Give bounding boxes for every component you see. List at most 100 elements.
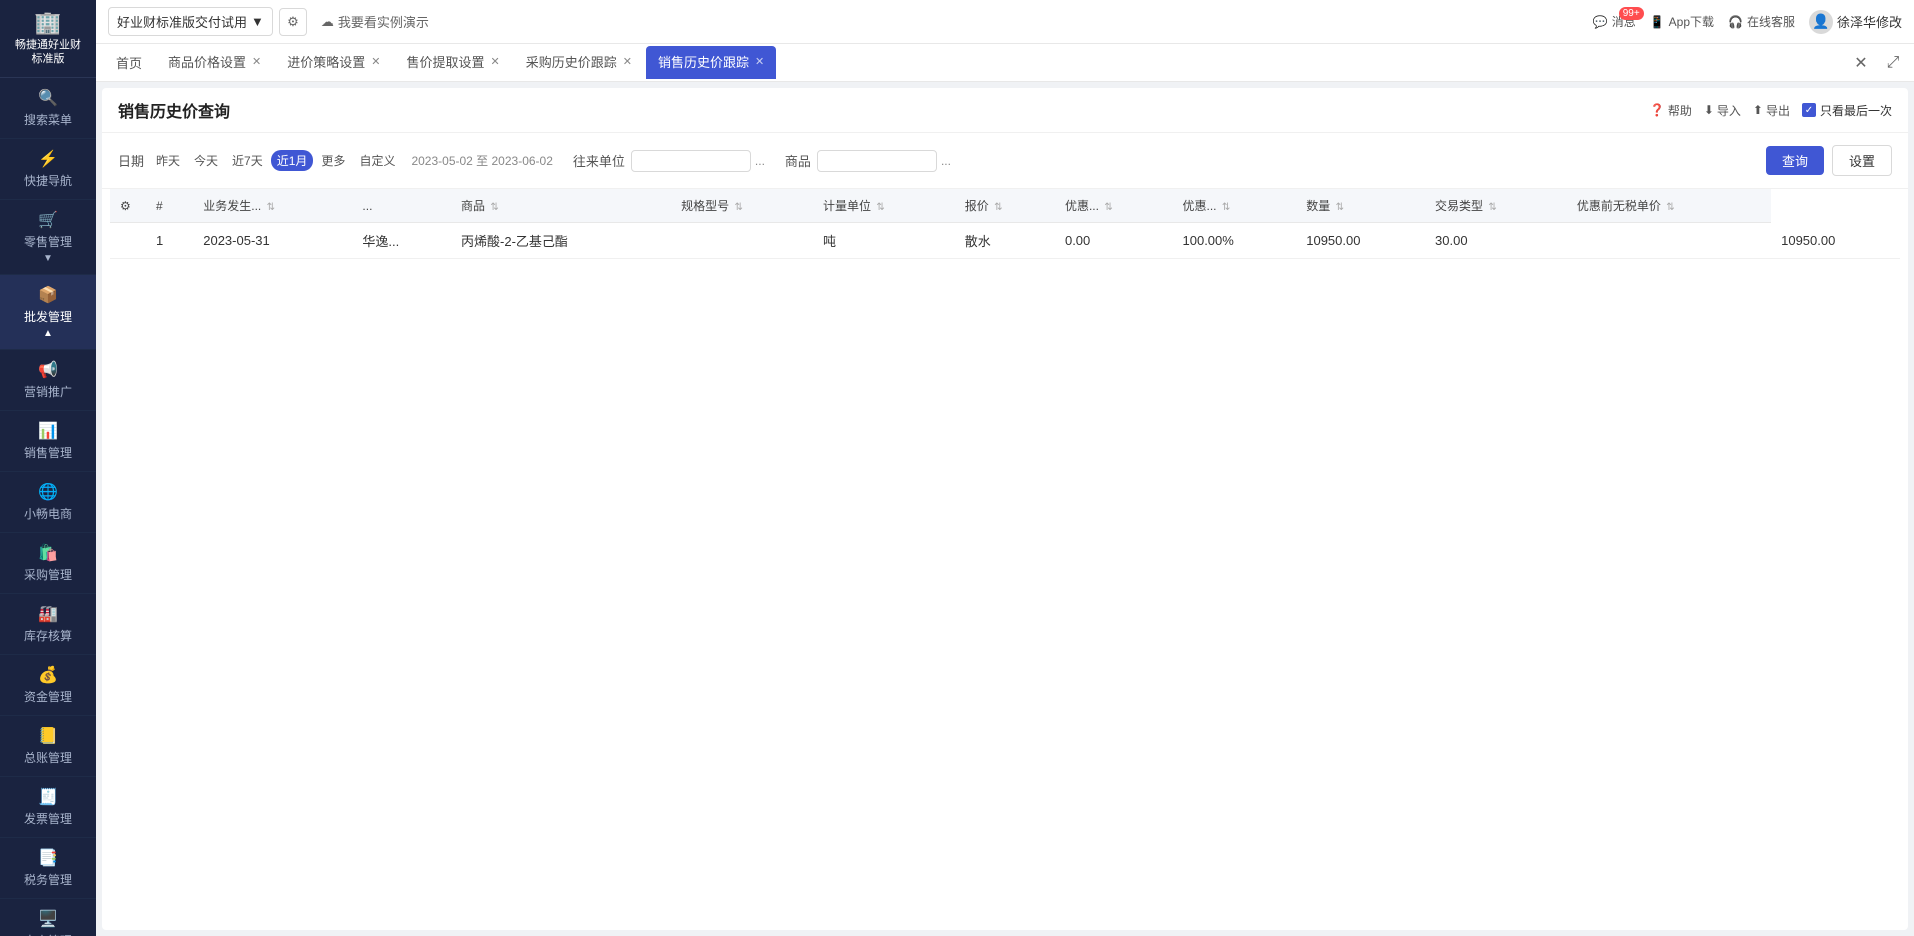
cell-trade-type xyxy=(1567,223,1771,259)
sidebar-item-tax[interactable]: 📑 税务管理 xyxy=(0,838,96,899)
cloud-icon: ☁ xyxy=(321,14,334,30)
wholesale-icon: 📦 xyxy=(38,285,58,305)
date-btn-custom[interactable]: 自定义 xyxy=(353,150,401,171)
user-info[interactable]: 👤 徐泽华修改 xyxy=(1809,10,1902,34)
tab-home[interactable]: 首页 xyxy=(104,47,154,78)
date-btn-last7[interactable]: 近7天 xyxy=(226,150,269,171)
export-icon: ⬆ xyxy=(1753,103,1763,117)
last-only-checkbox[interactable]: ✓ xyxy=(1802,103,1816,117)
window-close-button[interactable]: ✕ xyxy=(1848,50,1874,76)
date-label: 日期 xyxy=(118,151,144,170)
tab-close-sale-price[interactable]: ✕ xyxy=(491,55,500,68)
query-button[interactable]: 查询 xyxy=(1766,146,1824,175)
tab-close-product-price[interactable]: ✕ xyxy=(252,55,261,68)
product-input[interactable] xyxy=(817,150,937,172)
logo-icon: 🏢 xyxy=(34,10,61,36)
th-product[interactable]: 商品 ⇅ xyxy=(451,189,671,223)
messages-button[interactable]: 💬 消息 99+ xyxy=(1593,13,1636,30)
user-avatar: 👤 xyxy=(1809,10,1833,34)
date-btn-last1m[interactable]: 近1月 xyxy=(271,150,314,171)
cell-no: 1 xyxy=(146,223,193,259)
phone-icon: 📱 xyxy=(1650,15,1665,29)
tab-purchase-history[interactable]: 采购历史价跟踪 ✕ xyxy=(514,46,644,79)
module-selector[interactable]: 好业财标准版交付试用 ▼ xyxy=(108,7,273,36)
messages-badge: 99+ xyxy=(1619,7,1644,20)
table-header-row: ⚙ # 业务发生... ⇅ ... 商品 ⇅ xyxy=(110,189,1900,223)
main-area: 好业财标准版交付试用 ▼ ⚙ ☁ 我要看实例演示 💬 消息 99+ 📱 App下… xyxy=(96,0,1914,936)
th-unit[interactable]: 计量单位 ⇅ xyxy=(813,189,955,223)
th-trade-type[interactable]: 交易类型 ⇅ xyxy=(1425,189,1567,223)
date-filter-group: 日期 昨天 今天 近7天 近1月 更多 自定义 2023-05-02 至 202… xyxy=(118,150,553,171)
th-qty[interactable]: 数量 ⇅ xyxy=(1296,189,1425,223)
tab-sales-history[interactable]: 销售历史价跟踪 ✕ xyxy=(646,46,776,79)
sidebar-item-inventory[interactable]: 🏭 库存核算 xyxy=(0,594,96,655)
data-table: ⚙ # 业务发生... ⇅ ... 商品 ⇅ xyxy=(110,189,1900,259)
sidebar-item-ecommerce[interactable]: 🖥️ 电商管理 xyxy=(0,899,96,936)
sidebar-item-quicknav[interactable]: ⚡ 快捷导航 xyxy=(0,139,96,200)
tab-close-purchase-history[interactable]: ✕ xyxy=(623,55,632,68)
sort-product-icon: ⇅ xyxy=(490,202,498,213)
sidebar-item-ledger[interactable]: 📒 总账管理 xyxy=(0,716,96,777)
sidebar-item-marketing[interactable]: 📢 营销推广 xyxy=(0,350,96,411)
tab-sale-price[interactable]: 售价提取设置 ✕ xyxy=(394,46,511,79)
th-discount-amt[interactable]: 优惠... ⇅ xyxy=(1173,189,1297,223)
sidebar: 🏢 畅捷通好业财标准版 🔍 搜索菜单 ⚡ 快捷导航 🛒 零售管理 ▼ 📦 批发管… xyxy=(0,0,96,936)
settings-button[interactable]: 设置 xyxy=(1832,145,1892,176)
th-biz-date[interactable]: 业务发生... ⇅ xyxy=(193,189,352,223)
sort-discount-pct-icon: ⇅ xyxy=(1104,202,1112,213)
sort-discount-amt-icon: ⇅ xyxy=(1222,202,1230,213)
search-icon: 🔍 xyxy=(38,88,58,108)
from-org-input[interactable] xyxy=(631,150,751,172)
from-org-filter-group: 往来单位 ... xyxy=(573,150,765,172)
from-org-input-wrap: ... xyxy=(631,150,765,172)
date-btn-yesterday[interactable]: 昨天 xyxy=(150,150,186,171)
tab-close-price-strategy[interactable]: ✕ xyxy=(371,55,380,68)
retail-expand-icon: ▼ xyxy=(43,253,53,264)
help-button[interactable]: ❓ 帮助 xyxy=(1650,102,1692,119)
th-settings[interactable]: ⚙ xyxy=(110,189,146,223)
online-service-button[interactable]: 🎧 在线客服 xyxy=(1728,13,1795,30)
module-dropdown-icon: ▼ xyxy=(251,14,264,29)
sidebar-item-purchase[interactable]: 🛍️ 采购管理 xyxy=(0,533,96,594)
date-btn-more[interactable]: 更多 xyxy=(315,150,351,171)
app-download-button[interactable]: 📱 App下载 xyxy=(1650,13,1714,30)
filter-area: 日期 昨天 今天 近7天 近1月 更多 自定义 2023-05-02 至 202… xyxy=(102,133,1908,189)
sidebar-item-search[interactable]: 🔍 搜索菜单 xyxy=(0,78,96,139)
th-price[interactable]: 报价 ⇅ xyxy=(955,189,1055,223)
sidebar-item-finance[interactable]: 💰 资金管理 xyxy=(0,655,96,716)
quicknav-icon: ⚡ xyxy=(38,149,58,169)
th-discount-pct[interactable]: 优惠... ⇅ xyxy=(1055,189,1173,223)
cell-settings xyxy=(110,223,146,259)
from-org-more-btn[interactable]: ... xyxy=(755,154,765,168)
tab-close-sales-history[interactable]: ✕ xyxy=(755,55,764,68)
date-range-display: 2023-05-02 至 2023-06-02 xyxy=(411,152,552,169)
window-maximize-button[interactable]: ⤢ xyxy=(1880,50,1906,76)
tab-product-price[interactable]: 商品价格设置 ✕ xyxy=(156,46,273,79)
date-btn-today[interactable]: 今天 xyxy=(188,150,224,171)
cell-qty: 30.00 xyxy=(1425,223,1567,259)
th-more[interactable]: ... xyxy=(352,189,451,223)
sort-biz-date-icon: ⇅ xyxy=(267,202,275,213)
last-only-checkbox-label[interactable]: ✓ 只看最后一次 xyxy=(1802,102,1892,119)
export-button[interactable]: ⬆ 导出 xyxy=(1753,102,1790,119)
th-no: # xyxy=(146,189,193,223)
sidebar-item-ecommerce-mini[interactable]: 🌐 小畅电商 xyxy=(0,472,96,533)
purchase-icon: 🛍️ xyxy=(38,543,58,563)
module-settings-button[interactable]: ⚙ xyxy=(279,8,307,36)
sidebar-item-retail[interactable]: 🛒 零售管理 ▼ xyxy=(0,200,96,275)
sidebar-item-sales[interactable]: 📊 销售管理 xyxy=(0,411,96,472)
product-input-wrap: ... xyxy=(817,150,951,172)
sidebar-item-invoice[interactable]: 🧾 发票管理 xyxy=(0,777,96,838)
tab-price-strategy[interactable]: 进价策略设置 ✕ xyxy=(275,46,392,79)
ledger-icon: 📒 xyxy=(38,726,58,746)
th-spec[interactable]: 规格型号 ⇅ xyxy=(671,189,813,223)
sidebar-item-wholesale[interactable]: 📦 批发管理 ▲ xyxy=(0,275,96,350)
th-pretax-price[interactable]: 优惠前无税单价 ⇅ xyxy=(1567,189,1771,223)
import-button[interactable]: ⬇ 导入 xyxy=(1704,102,1741,119)
sort-pretax-price-icon: ⇅ xyxy=(1666,202,1674,213)
demo-button[interactable]: ☁ 我要看实例演示 xyxy=(313,8,437,35)
product-more-btn[interactable]: ... xyxy=(941,154,951,168)
top-bar-right: 💬 消息 99+ 📱 App下载 🎧 在线客服 👤 徐泽华修改 xyxy=(1593,10,1902,34)
invoice-icon: 🧾 xyxy=(38,787,58,807)
sort-spec-icon: ⇅ xyxy=(735,202,743,213)
